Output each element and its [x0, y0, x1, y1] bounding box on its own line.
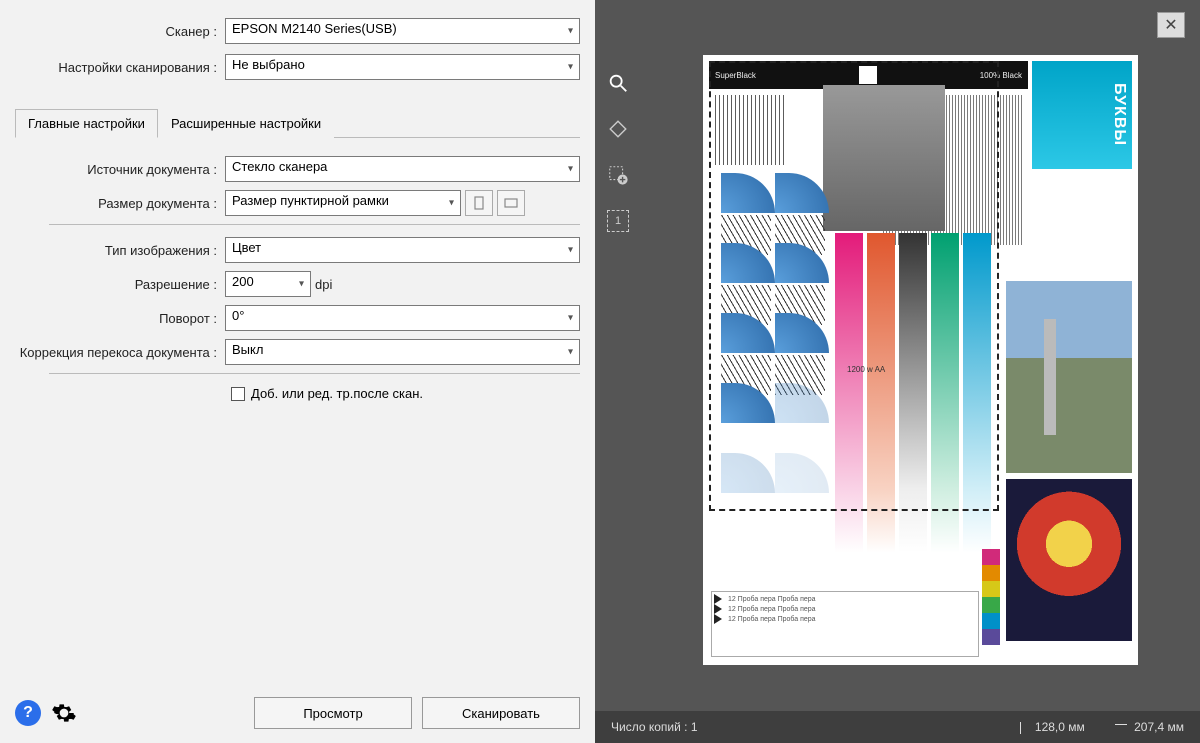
- chevron-down-icon: ▾: [299, 279, 304, 290]
- settings-gear-button[interactable]: [51, 700, 77, 726]
- deskew-select[interactable]: Выкл ▾: [225, 339, 580, 365]
- rotation-select[interactable]: 0° ▾: [225, 305, 580, 331]
- copies-value: 1: [691, 720, 698, 734]
- resolution-select[interactable]: 200 ▾: [225, 271, 311, 297]
- settings-panel: Сканер : EPSON M2140 Series(USB) ▾ Настр…: [0, 0, 595, 743]
- document-size-select[interactable]: Размер пунктирной рамки ▾: [225, 190, 461, 216]
- rotate-tool-button[interactable]: [603, 114, 633, 144]
- image-type-select[interactable]: Цвет ▾: [225, 237, 580, 263]
- proba-pera-block: 12 Проба пера Проба пера 12 Проба пера П…: [711, 591, 979, 657]
- deskew-label: Коррекция перекоса документа :: [15, 345, 225, 360]
- selection-marquee[interactable]: [709, 61, 999, 511]
- document-size-value: Размер пунктирной рамки: [232, 193, 389, 208]
- selection-width: 128,0 мм: [1035, 720, 1085, 734]
- preview-page[interactable]: SuperBlack 100% Black БУКВЫ: [703, 55, 1138, 665]
- scan-button[interactable]: Сканировать: [422, 697, 580, 729]
- tab-main-settings[interactable]: Главные настройки: [15, 109, 158, 138]
- height-icon: [1115, 724, 1127, 732]
- document-source-value: Стекло сканера: [232, 159, 327, 174]
- scan-settings-select[interactable]: Не выбрано ▾: [225, 54, 580, 80]
- copies-label: Число копий :: [611, 720, 687, 734]
- rotation-label: Поворот :: [15, 311, 225, 326]
- resolution-label: Разрешение :: [15, 277, 225, 292]
- arrow-right-icon: [714, 614, 722, 624]
- proba-text: 12 Проба пера Проба пера: [728, 616, 816, 623]
- rotation-value: 0°: [232, 308, 244, 323]
- resolution-value: 200: [232, 274, 254, 289]
- image-type-label: Тип изображения :: [15, 243, 225, 258]
- preview-button[interactable]: Просмотр: [254, 697, 412, 729]
- preview-photo-industrial: [1006, 281, 1132, 473]
- add-edit-after-scan-checkbox[interactable]: [231, 387, 245, 401]
- help-button[interactable]: ?: [15, 700, 41, 726]
- width-icon: [1020, 722, 1028, 734]
- scanner-label: Сканер :: [15, 24, 225, 39]
- bukvy-banner: БУКВЫ: [1032, 61, 1132, 169]
- magnifier-icon: [607, 72, 629, 94]
- chevron-down-icon: ▾: [568, 62, 573, 73]
- orientation-landscape-button[interactable]: [497, 190, 525, 216]
- marquee-add-button[interactable]: [603, 160, 633, 190]
- deskew-value: Выкл: [232, 342, 263, 357]
- zoom-tool-button[interactable]: [603, 68, 633, 98]
- chevron-down-icon: ▾: [568, 164, 573, 175]
- scanner-select[interactable]: EPSON M2140 Series(USB) ▾: [225, 18, 580, 44]
- scanner-value: EPSON M2140 Series(USB): [232, 21, 397, 36]
- selection-height: 207,4 мм: [1134, 720, 1184, 734]
- resolution-unit: dpi: [315, 277, 332, 292]
- document-source-select[interactable]: Стекло сканера ▾: [225, 156, 580, 182]
- preview-toolbar: 1: [595, 0, 641, 711]
- chevron-down-icon: ▾: [568, 347, 573, 358]
- arrow-right-icon: [714, 594, 722, 604]
- color-swatch-strip: [982, 549, 1000, 645]
- scan-settings-label: Настройки сканирования :: [15, 60, 225, 75]
- preview-panel: ✕ 1 SuperBlack 100% Black БУКВЫ: [595, 0, 1200, 743]
- thumbnail-indicator[interactable]: 1: [603, 206, 633, 236]
- proba-text: 12 Проба пера Проба пера: [728, 606, 816, 613]
- scan-settings-value: Не выбрано: [232, 57, 305, 72]
- tab-advanced-settings[interactable]: Расширенные настройки: [158, 109, 334, 138]
- preview-status-bar: Число копий : 1 128,0 мм 207,4 мм: [595, 711, 1200, 743]
- proba-text: 12 Проба пера Проба пера: [728, 596, 816, 603]
- chevron-down-icon: ▾: [568, 26, 573, 37]
- image-type-value: Цвет: [232, 240, 261, 255]
- marquee-plus-icon: [607, 164, 629, 186]
- chevron-down-icon: ▾: [449, 198, 454, 209]
- tab-bar: Главные настройки Расширенные настройки: [15, 108, 580, 138]
- chevron-down-icon: ▾: [568, 245, 573, 256]
- page-count-icon: 1: [607, 210, 629, 232]
- rotate-icon: [607, 118, 629, 140]
- orientation-portrait-button[interactable]: [465, 190, 493, 216]
- document-size-label: Размер документа :: [15, 196, 225, 211]
- gear-icon: [51, 700, 77, 726]
- add-edit-after-scan-label: Доб. или ред. тр.после скан.: [251, 386, 423, 401]
- arrow-right-icon: [714, 604, 722, 614]
- chevron-down-icon: ▾: [568, 313, 573, 324]
- document-source-label: Источник документа :: [15, 162, 225, 177]
- preview-photo-portrait: [1006, 479, 1132, 641]
